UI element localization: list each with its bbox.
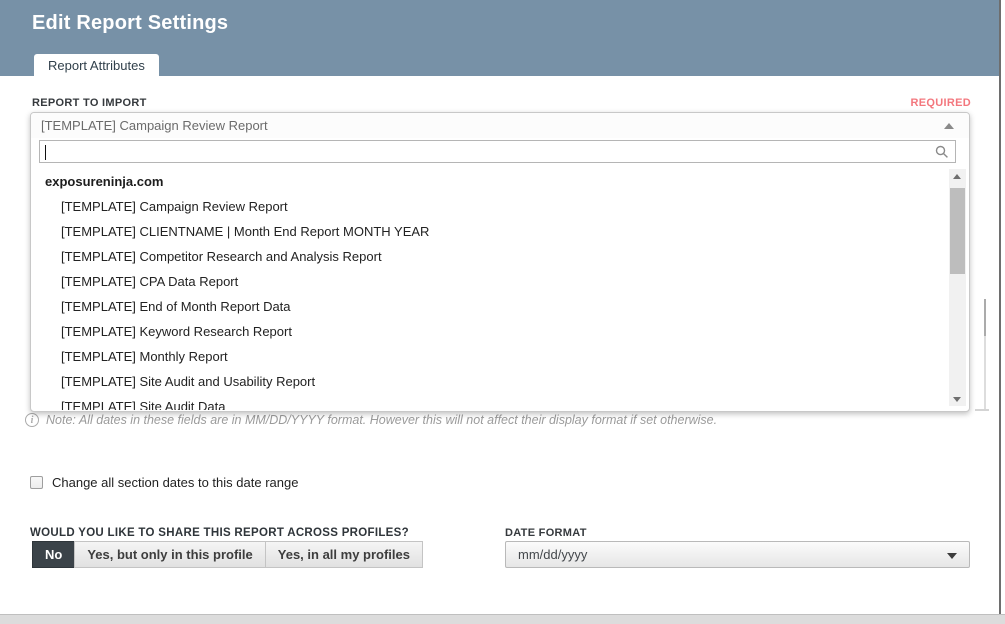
dropdown-option[interactable]: [TEMPLATE] Competitor Research and Analy…: [31, 244, 969, 269]
change-section-dates-checkbox[interactable]: [30, 476, 43, 489]
dropdown-option[interactable]: [TEMPLATE] End of Month Report Data: [31, 294, 969, 319]
dropdown-selected-value[interactable]: [TEMPLATE] Campaign Review Report: [31, 113, 969, 138]
report-to-import-label: REPORT TO IMPORT: [32, 97, 147, 109]
share-no-button[interactable]: No: [32, 541, 76, 568]
required-badge: REQUIRED: [910, 97, 971, 109]
text-caret: [45, 145, 46, 160]
background-control-edge: [984, 336, 986, 410]
chevron-down-icon: [947, 553, 957, 559]
dropdown-option-list: exposureninja.com [TEMPLATE] Campaign Re…: [31, 166, 969, 410]
share-yes-all-profiles-button[interactable]: Yes, in all my profiles: [264, 541, 423, 568]
dropdown-option[interactable]: [TEMPLATE] CPA Data Report: [31, 269, 969, 294]
scrollbar[interactable]: [949, 169, 966, 406]
date-format-value: mm/dd/yyyy: [518, 547, 588, 562]
search-input[interactable]: [39, 140, 956, 163]
dropdown-search-wrap: [31, 138, 969, 166]
scrollbar-up-arrow-icon[interactable]: [949, 169, 966, 184]
scrollbar-thumb[interactable]: [950, 188, 965, 274]
date-format-note: i Note: All dates in these fields are in…: [25, 413, 717, 427]
report-to-import-dropdown: [TEMPLATE] Campaign Review Report exposu…: [30, 112, 970, 412]
page-title: Edit Report Settings: [32, 12, 229, 34]
share-report-label: WOULD YOU LIKE TO SHARE THIS REPORT ACRO…: [30, 527, 409, 539]
dropdown-option[interactable]: [TEMPLATE] Campaign Review Report: [31, 194, 969, 219]
date-format-select[interactable]: mm/dd/yyyy: [505, 541, 970, 568]
option-group-label: exposureninja.com: [45, 174, 164, 189]
share-button-group: No Yes, but only in this profile Yes, in…: [32, 541, 423, 568]
share-yes-this-profile-button[interactable]: Yes, but only in this profile: [74, 541, 266, 568]
info-icon: i: [25, 413, 39, 427]
dropdown-option[interactable]: [TEMPLATE] Site Audit and Usability Repo…: [31, 369, 969, 394]
date-format-label: DATE FORMAT: [505, 527, 587, 539]
search-icon: [935, 145, 948, 158]
tab-report-attributes[interactable]: Report Attributes: [34, 54, 159, 76]
checkbox-label: Change all section dates to this date ra…: [52, 475, 299, 490]
dialog-right-border: [999, 0, 1001, 614]
background-control-edge: [984, 299, 986, 336]
change-section-dates-row[interactable]: Change all section dates to this date ra…: [30, 475, 298, 490]
background-control-edge: [975, 409, 989, 411]
scrollbar-down-arrow-icon[interactable]: [949, 391, 966, 406]
dropdown-option[interactable]: [TEMPLATE] Site Audit Data: [31, 394, 969, 410]
dropdown-option[interactable]: [TEMPLATE] Monthly Report: [31, 344, 969, 369]
dropdown-option[interactable]: [TEMPLATE] CLIENTNAME | Month End Report…: [31, 219, 969, 244]
edit-report-settings-dialog: Edit Report Settings Report Attributes R…: [0, 0, 1005, 624]
dialog-header: Edit Report Settings Report Attributes: [0, 0, 1000, 76]
chevron-up-icon[interactable]: [944, 123, 954, 129]
bottom-scroll-strip[interactable]: [0, 614, 1005, 624]
dropdown-option[interactable]: [TEMPLATE] Keyword Research Report: [31, 319, 969, 344]
note-text: Note: All dates in these fields are in M…: [46, 413, 718, 427]
